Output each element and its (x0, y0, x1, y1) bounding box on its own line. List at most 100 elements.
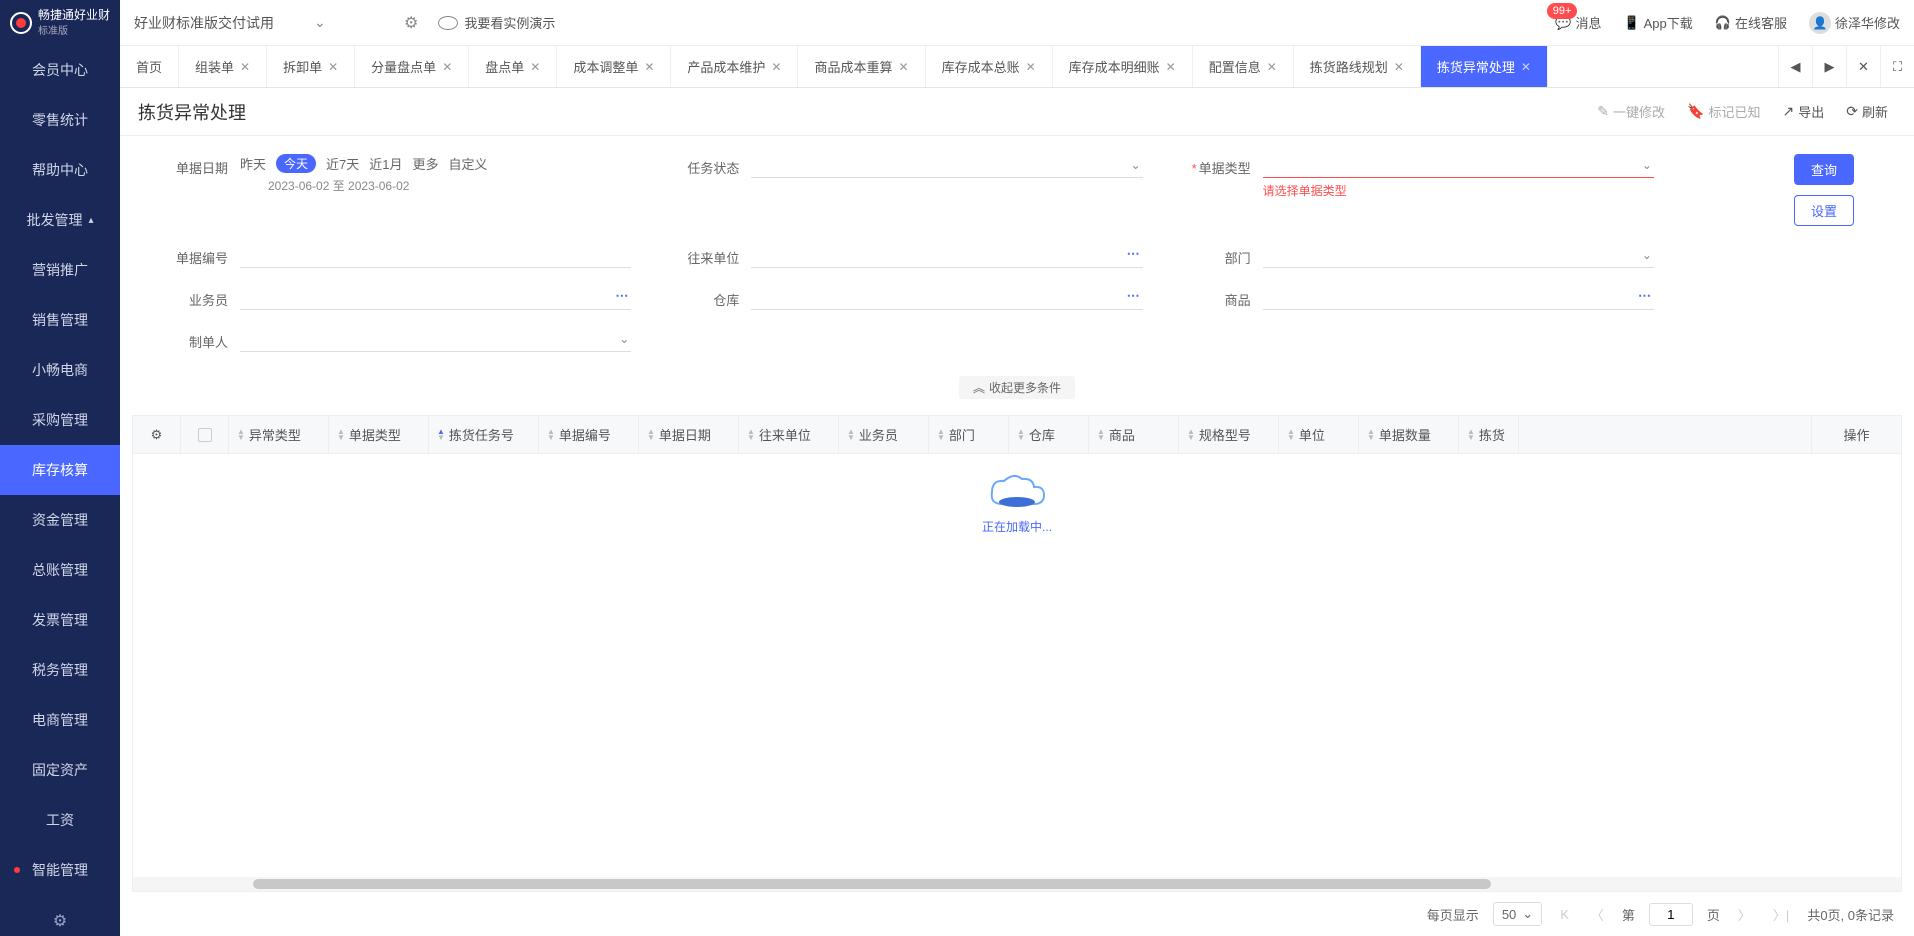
tab-scroll-left[interactable]: ◀ (1778, 46, 1812, 87)
column-header[interactable]: ▲▼部门 (929, 416, 1009, 453)
more-icon[interactable]: ⋯ (615, 288, 629, 304)
partner-input[interactable] (751, 244, 1142, 268)
app-download-button[interactable]: 📱 App下载 (1623, 13, 1692, 32)
column-header[interactable]: ▲▼单据编号 (539, 416, 639, 453)
page-number-input[interactable] (1649, 903, 1693, 926)
date-shortcut[interactable]: 近7天 (326, 154, 359, 173)
column-header[interactable]: ▲▼仓库 (1009, 416, 1089, 453)
close-icon[interactable]: ✕ (644, 60, 654, 74)
close-icon[interactable]: ✕ (1166, 60, 1176, 74)
first-page-button[interactable]: K (1556, 907, 1573, 922)
tab[interactable]: 拣货异常处理✕ (1421, 46, 1548, 87)
close-icon[interactable]: ✕ (1267, 60, 1277, 74)
column-header[interactable]: ▲▼拣货 (1459, 416, 1519, 453)
column-header[interactable]: ▲▼商品 (1089, 416, 1179, 453)
product-input[interactable] (1263, 286, 1654, 310)
export-button[interactable]: ↗ 导出 (1775, 98, 1833, 125)
query-button[interactable]: 查询 (1794, 154, 1854, 185)
sidebar-item[interactable]: 批发管理 (0, 195, 120, 245)
column-header[interactable]: ▲▼异常类型 (229, 416, 329, 453)
demo-link[interactable]: 我要看实例演示 (438, 13, 555, 32)
more-icon[interactable]: ⋯ (1638, 288, 1652, 304)
fullscreen-button[interactable]: ⛶ (1880, 46, 1914, 87)
warehouse-input[interactable] (751, 286, 1142, 310)
refresh-button[interactable]: ⟳ 刷新 (1838, 98, 1896, 125)
creator-select[interactable] (240, 328, 631, 352)
column-header[interactable]: ▲▼单据数量 (1359, 416, 1459, 453)
collapse-filters-button[interactable]: ︽ 收起更多条件 (959, 376, 1075, 399)
prev-page-button[interactable]: 〈 (1587, 905, 1608, 924)
sidebar-item[interactable]: 发票管理 (0, 595, 120, 645)
sidebar-item[interactable]: 电商管理 (0, 695, 120, 745)
sidebar-item[interactable]: 会员中心 (0, 45, 120, 95)
close-icon[interactable]: ✕ (442, 60, 452, 74)
close-icon[interactable]: ✕ (240, 60, 250, 74)
tab[interactable]: 拣货路线规划✕ (1294, 46, 1421, 87)
sidebar-item[interactable]: 工资 (0, 795, 120, 845)
next-page-button[interactable]: 〉 (1734, 905, 1755, 924)
sidebar-item[interactable]: 经营管理 (0, 895, 120, 906)
page-size-select[interactable]: 50 ⌄ (1493, 902, 1542, 926)
sidebar-item[interactable]: 小畅电商 (0, 345, 120, 395)
sidebar-item[interactable]: 采购管理 (0, 395, 120, 445)
tab[interactable]: 拆卸单✕ (267, 46, 355, 87)
dept-select[interactable] (1263, 244, 1654, 268)
close-icon[interactable]: ✕ (771, 60, 781, 74)
setting-button[interactable]: 设置 (1794, 195, 1854, 226)
date-shortcut[interactable]: 今天 (276, 154, 316, 173)
column-header[interactable]: ▲▼拣货任务号 (429, 416, 539, 453)
messages-button[interactable]: 💬 消息 99+ (1555, 13, 1601, 32)
tab[interactable]: 成本调整单✕ (557, 46, 671, 87)
salesman-input[interactable] (240, 286, 631, 310)
tab[interactable]: 组装单✕ (179, 46, 267, 87)
horizontal-scrollbar[interactable] (133, 877, 1901, 891)
user-menu[interactable]: 👤 徐泽华修改 (1809, 12, 1900, 34)
tab[interactable]: 产品成本维护✕ (671, 46, 798, 87)
product-selector[interactable]: 好业财标准版交付试用 ⌄ (134, 13, 384, 33)
close-icon[interactable]: ✕ (530, 60, 540, 74)
close-icon[interactable]: ✕ (1521, 60, 1531, 74)
column-header[interactable]: ▲▼单据日期 (639, 416, 739, 453)
sidebar-item[interactable]: 资金管理 (0, 495, 120, 545)
close-icon[interactable]: ✕ (328, 60, 338, 74)
tab[interactable]: 库存成本总账✕ (926, 46, 1053, 87)
date-shortcut[interactable]: 昨天 (240, 154, 266, 173)
tab[interactable]: 首页 (120, 46, 179, 87)
column-header[interactable]: ▲▼往来单位 (739, 416, 839, 453)
sidebar-item[interactable]: 智能管理 (0, 845, 120, 895)
doc-no-input[interactable] (240, 244, 631, 268)
sidebar-item[interactable]: 固定资产 (0, 745, 120, 795)
date-shortcut[interactable]: 更多 (413, 154, 439, 173)
sidebar-item[interactable]: 零售统计 (0, 95, 120, 145)
sidebar-item[interactable]: 帮助中心 (0, 145, 120, 195)
online-service-button[interactable]: 🎧 在线客服 (1715, 13, 1787, 32)
date-shortcut[interactable]: 近1月 (369, 154, 402, 173)
column-header[interactable]: ▲▼单据类型 (329, 416, 429, 453)
date-shortcut[interactable]: 自定义 (449, 154, 488, 173)
close-icon[interactable]: ✕ (1026, 60, 1036, 74)
tab-scroll-right[interactable]: ▶ (1812, 46, 1846, 87)
tab[interactable]: 商品成本重算✕ (798, 46, 925, 87)
settings-gear-icon[interactable]: ⚙ (53, 911, 67, 931)
tab[interactable]: 配置信息✕ (1193, 46, 1294, 87)
tab[interactable]: 库存成本明细账✕ (1053, 46, 1193, 87)
column-header[interactable]: ▲▼单位 (1279, 416, 1359, 453)
tab-close-all[interactable]: ✕ (1846, 46, 1880, 87)
sidebar-item[interactable]: 库存核算 (0, 445, 120, 495)
more-icon[interactable]: ⋯ (1127, 246, 1141, 262)
last-page-button[interactable]: 〉| (1769, 905, 1793, 924)
sidebar-item[interactable]: 销售管理 (0, 295, 120, 345)
select-all-checkbox[interactable] (181, 416, 229, 453)
close-icon[interactable]: ✕ (899, 60, 909, 74)
sidebar-item[interactable]: 总账管理 (0, 545, 120, 595)
task-status-select[interactable] (751, 154, 1142, 178)
more-icon[interactable]: ⋯ (1127, 288, 1141, 304)
sidebar-item[interactable]: 税务管理 (0, 645, 120, 695)
column-header[interactable]: ▲▼业务员 (839, 416, 929, 453)
sidebar-item[interactable]: 营销推广 (0, 245, 120, 295)
doc-type-select[interactable] (1263, 154, 1654, 178)
column-header[interactable]: ▲▼规格型号 (1179, 416, 1279, 453)
tab[interactable]: 分量盘点单✕ (355, 46, 469, 87)
close-icon[interactable]: ✕ (1394, 60, 1404, 74)
tab[interactable]: 盘点单✕ (469, 46, 557, 87)
